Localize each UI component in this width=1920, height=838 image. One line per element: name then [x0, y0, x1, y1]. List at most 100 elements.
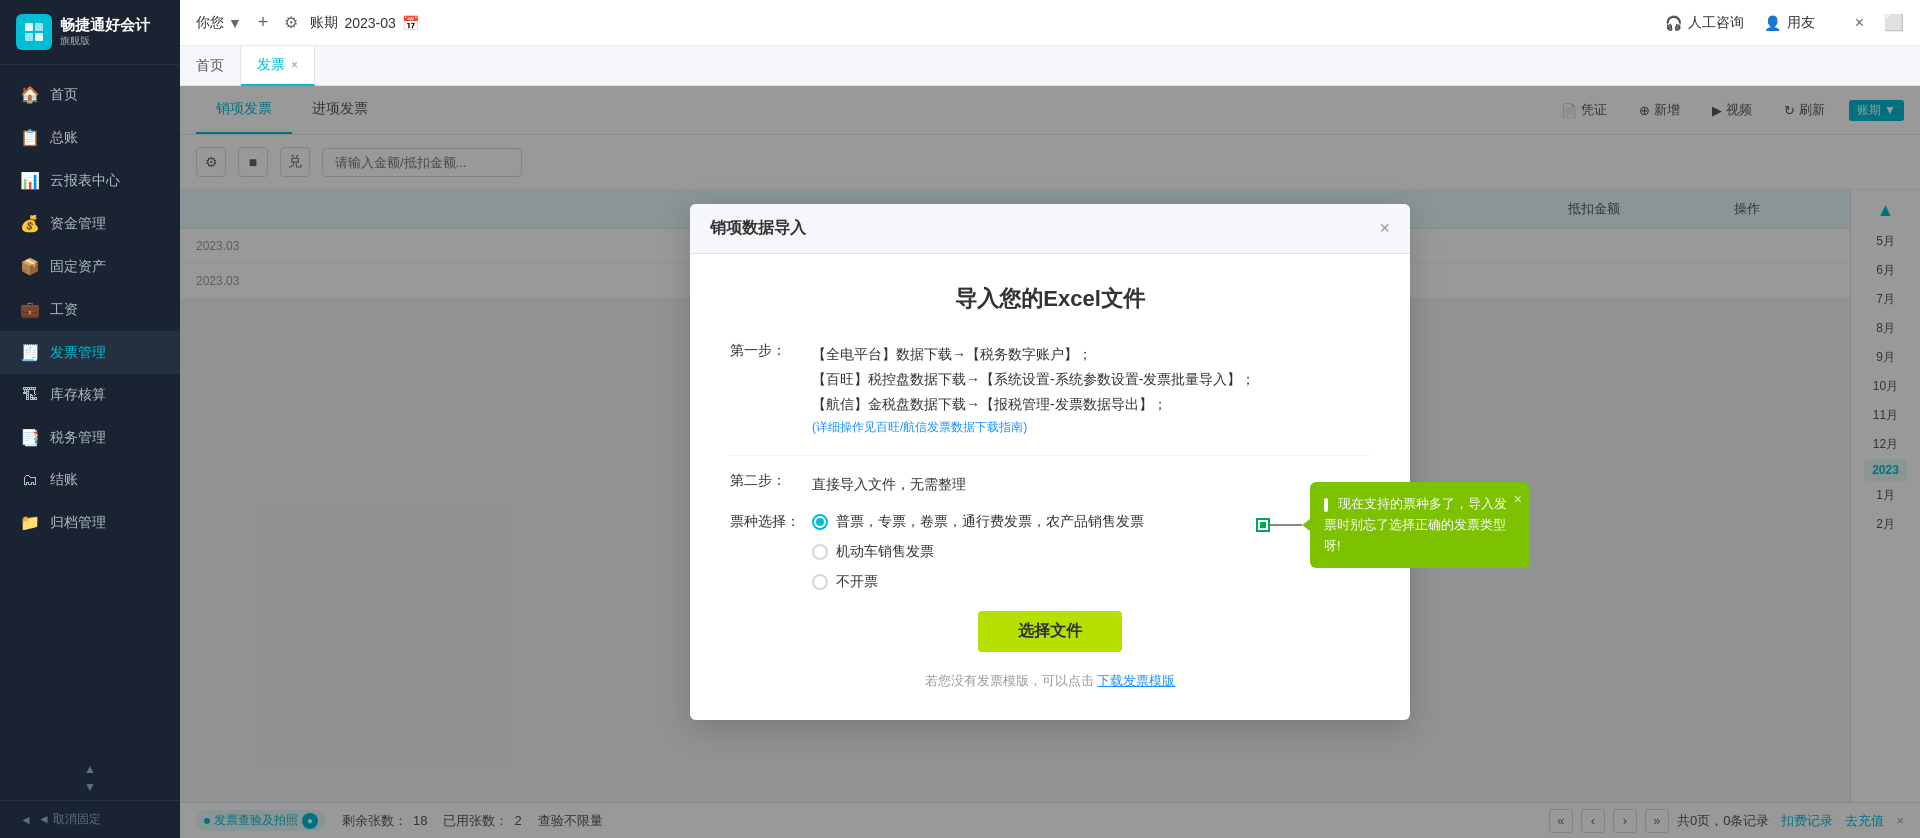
ledger-icon: 📋 [20, 128, 40, 147]
logo-text-block: 畅捷通好会计 旗舰版 [60, 16, 150, 48]
period-value: 2023-03 [344, 15, 395, 31]
sidebar-item-inventory-label: 库存核算 [50, 386, 106, 404]
period-label: 账期 [310, 14, 338, 32]
scroll-down-arrow[interactable]: ▼ [84, 778, 96, 796]
step1-content: 【全电平台】数据下载→【税务数字账户】； 【百旺】税控盘数据下载→【系统设置-系… [812, 342, 1255, 439]
sidebar-item-settle-label: 结账 [50, 471, 78, 489]
fund-icon: 💰 [20, 214, 40, 233]
ticket-option-normal[interactable]: 普票，专票，卷票，通行费发票，农产品销售发票 [812, 513, 1144, 531]
step1-line2: 【百旺】税控盘数据下载→【系统设置-系统参数设置-发票批量导入】； [812, 367, 1255, 392]
sidebar-item-asset-label: 固定资产 [50, 258, 106, 276]
company-selector[interactable]: 你您 ▼ [196, 14, 242, 32]
unpin-icon: ◄ [20, 813, 32, 827]
sidebar-item-inventory[interactable]: 🏗 库存核算 [0, 374, 180, 416]
sidebar-item-tax-label: 税务管理 [50, 429, 106, 447]
step1-hint: (详细操作见百旺/航信发票数据下载指南) [812, 417, 1255, 439]
sidebar-item-report[interactable]: 📊 云报表中心 [0, 159, 180, 202]
sidebar-item-settle[interactable]: 🗂 结账 [0, 459, 180, 501]
tooltip-dot-anchor [1258, 520, 1268, 530]
user-menu[interactable]: 👤 用友 [1764, 14, 1815, 32]
tooltip-close-button[interactable]: × [1514, 488, 1522, 510]
ticket-motor-label: 机动车销售发票 [836, 543, 934, 561]
company-name: 你您 [196, 14, 224, 32]
report-icon: 📊 [20, 171, 40, 190]
radio-motor[interactable] [812, 544, 828, 560]
tab-invoice[interactable]: 发票 × [241, 46, 315, 86]
user-label: 用友 [1787, 14, 1815, 32]
scroll-up-arrow[interactable]: ▲ [84, 760, 96, 778]
modal-step2: 第二步： 直接导入文件，无需整理 [730, 472, 1370, 497]
settings-icon[interactable]: ⚙ [284, 13, 298, 32]
sidebar-item-report-label: 云报表中心 [50, 172, 120, 190]
sidebar-item-archive-label: 归档管理 [50, 514, 106, 532]
tooltip-bubble: × 现在支持的票种多了，导入发票时别忘了选择正确的发票类型呀! [1310, 482, 1530, 568]
window-close-button[interactable]: × [1855, 14, 1864, 32]
download-template-link[interactable]: 下载发票模版 [1097, 673, 1175, 688]
ticket-normal-label: 普票，专票，卷票，通行费发票，农产品销售发票 [836, 513, 1144, 531]
modal-header: 销项数据导入 × [690, 204, 1410, 254]
add-button[interactable]: + [254, 12, 273, 33]
invoice-icon: 🧾 [20, 343, 40, 362]
modal-body: 导入您的Excel文件 第一步： 【全电平台】数据下载→【税务数字账户】； 【百… [690, 254, 1410, 720]
tab-invoice-label: 发票 [257, 56, 285, 74]
step1-guide-link[interactable]: (详细操作见百旺/航信发票数据下载指南) [812, 420, 1027, 434]
salary-icon: 💼 [20, 300, 40, 319]
sidebar-item-ledger-label: 总账 [50, 129, 78, 147]
select-file-button[interactable]: 选择文件 [978, 611, 1122, 652]
logo-icon [16, 14, 52, 50]
topbar: 你您 ▼ + ⚙ 账期 2023-03 📅 🎧 人工咨询 👤 用友 × [180, 0, 1920, 46]
sidebar-item-fund-label: 资金管理 [50, 215, 106, 233]
sidebar-item-invoice-label: 发票管理 [50, 344, 106, 362]
user-icon: 👤 [1764, 15, 1781, 31]
ticket-option-noticket[interactable]: 不开票 [812, 573, 1144, 591]
sidebar-unpin[interactable]: ◄ ◄ 取消固定 [0, 800, 180, 838]
sidebar-item-fund[interactable]: 💰 资金管理 [0, 202, 180, 245]
footer-note-prefix: 若您没有发票模版，可以点击 [925, 673, 1094, 688]
calendar-icon[interactable]: 📅 [402, 15, 419, 31]
import-modal: 销项数据导入 × 导入您的Excel文件 第一步： 【全电平台】数据下载→【税务… [690, 204, 1410, 720]
sidebar-item-ledger[interactable]: 📋 总账 [0, 116, 180, 159]
sidebar-item-home[interactable]: 🏠 首页 [0, 73, 180, 116]
content-area: 销项发票 进项发票 📄 凭证 ⊕ 新增 ▶ [180, 86, 1920, 838]
step1-line1: 【全电平台】数据下载→【税务数字账户】； [812, 342, 1255, 367]
sidebar-logo: 畅捷通好会计 旗舰版 [0, 0, 180, 65]
svg-rect-1 [35, 23, 43, 31]
modal-close-button[interactable]: × [1379, 218, 1390, 239]
step2-label: 第二步： [730, 472, 800, 490]
main-area: 你您 ▼ + ⚙ 账期 2023-03 📅 🎧 人工咨询 👤 用友 × [180, 0, 1920, 838]
ticket-select-label: 票种选择： [730, 513, 800, 531]
sidebar-scroll: ▲ ▼ [0, 756, 180, 800]
step2-content: 直接导入文件，无需整理 [812, 472, 966, 497]
sidebar-item-home-label: 首页 [50, 86, 78, 104]
asset-icon: 📦 [20, 257, 40, 276]
step2-text: 直接导入文件，无需整理 [812, 476, 966, 492]
home-icon: 🏠 [20, 85, 40, 104]
sidebar-item-tax[interactable]: 📑 税务管理 [0, 416, 180, 459]
logo-name: 畅捷通好会计 [60, 16, 150, 34]
support-button[interactable]: 🎧 人工咨询 [1665, 14, 1744, 32]
window-maximize-button[interactable]: ⬜ [1884, 13, 1904, 32]
tab-invoice-close[interactable]: × [291, 58, 298, 72]
sidebar-item-asset[interactable]: 📦 固定资产 [0, 245, 180, 288]
radio-noticket[interactable] [812, 574, 828, 590]
topbar-right: 🎧 人工咨询 👤 用友 × ⬜ [1665, 13, 1904, 32]
tax-icon: 📑 [20, 428, 40, 447]
sidebar-nav: 🏠 首页 📋 总账 📊 云报表中心 💰 资金管理 📦 固定资产 💼 工资 [0, 65, 180, 756]
ticket-noticket-label: 不开票 [836, 573, 878, 591]
headphone-icon: 🎧 [1665, 15, 1682, 31]
modal-step1: 第一步： 【全电平台】数据下载→【税务数字账户】； 【百旺】税控盘数据下载→【系… [730, 342, 1370, 439]
sidebar-item-archive[interactable]: 📁 归档管理 [0, 501, 180, 544]
radio-normal[interactable] [812, 514, 828, 530]
modal-divider [730, 455, 1370, 456]
tab-home[interactable]: 首页 [180, 46, 241, 86]
tooltip-connector [1270, 524, 1302, 526]
modal-title: 销项数据导入 [710, 218, 806, 239]
ticket-option-motor[interactable]: 机动车销售发票 [812, 543, 1144, 561]
step1-line3: 【航信】金税盘数据下载→【报税管理-发票数据导出】； [812, 392, 1255, 417]
tooltip-indicator [1324, 498, 1328, 512]
sidebar-item-invoice[interactable]: 🧾 发票管理 [0, 331, 180, 374]
svg-rect-3 [35, 33, 43, 41]
sidebar-item-salary[interactable]: 💼 工资 [0, 288, 180, 331]
step1-label: 第一步： [730, 342, 800, 360]
inventory-icon: 🏗 [20, 386, 40, 404]
